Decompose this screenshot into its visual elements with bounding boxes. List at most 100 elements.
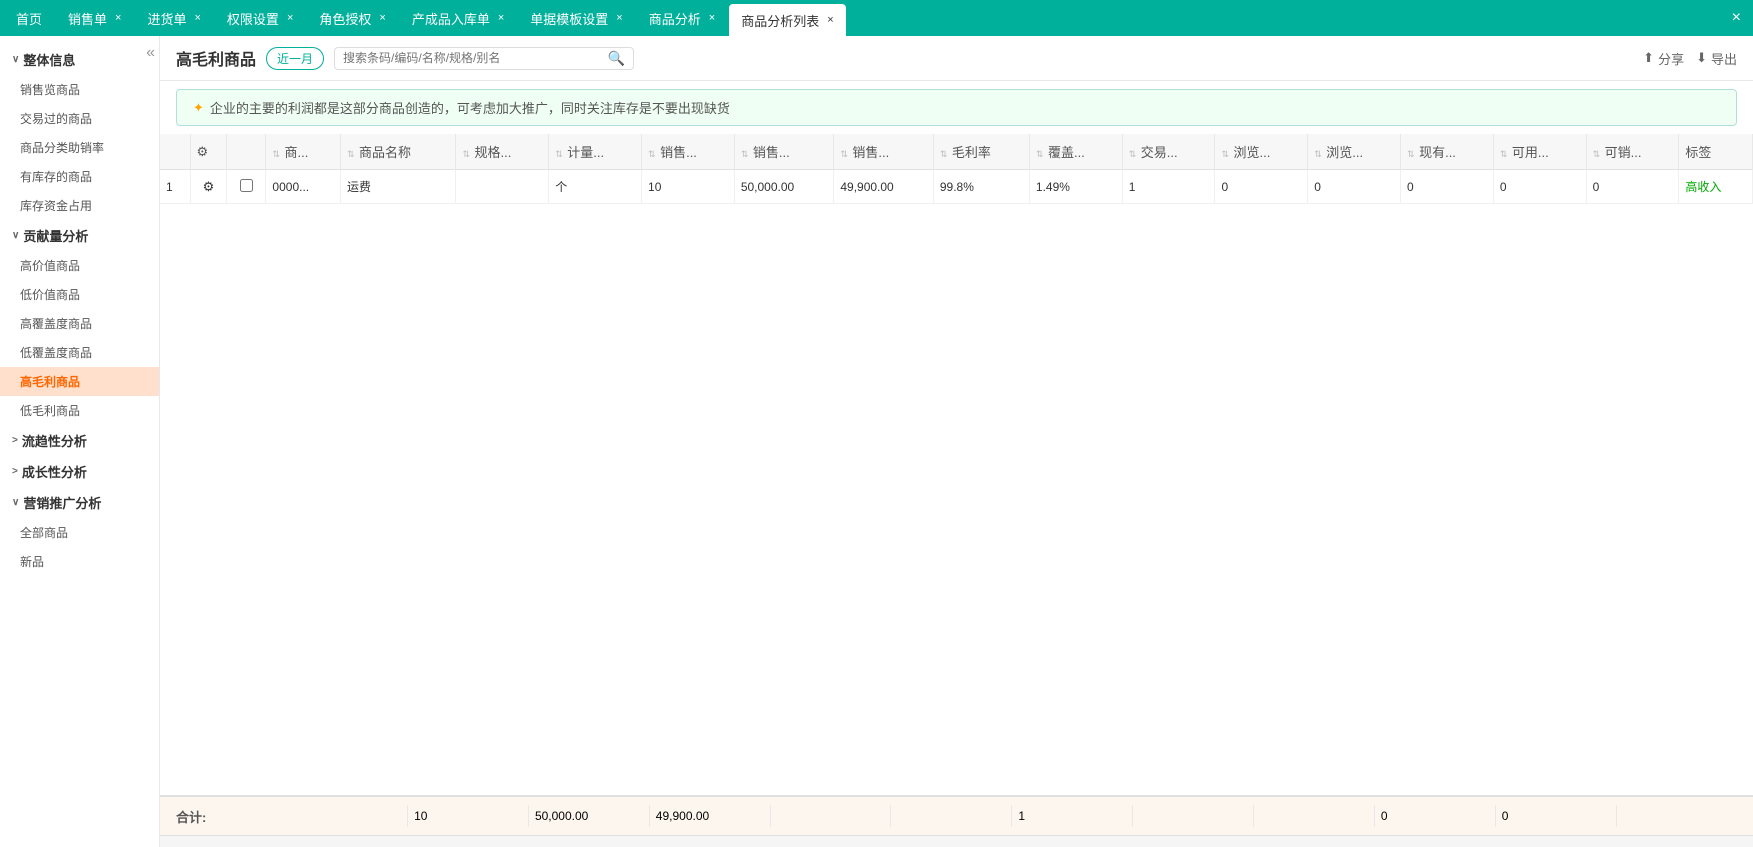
sidebar-collapse-button[interactable]: « bbox=[146, 44, 155, 62]
sidebar-item-低覆盖度商品[interactable]: 低覆盖度商品 bbox=[0, 338, 159, 367]
main-layout: « ∨整体信息销售览商品交易过的商品商品分类助销率有库存的商品库存资金占用∨贡献… bbox=[0, 36, 1753, 847]
cell-checkbox[interactable] bbox=[227, 170, 266, 204]
th-index bbox=[160, 134, 190, 170]
table-container[interactable]: ⚙⇅ 商...⇅ 商品名称⇅ 规格...⇅ 计量...⇅ 销售...⇅ 销售..… bbox=[160, 134, 1753, 795]
th-available_stock[interactable]: ⇅ 可用... bbox=[1493, 134, 1586, 170]
tab-close-权限设置[interactable]: × bbox=[287, 12, 293, 24]
nav-tab-角色授权[interactable]: 角色授权× bbox=[307, 4, 397, 32]
horizontal-scrollbar[interactable] bbox=[160, 835, 1753, 847]
tab-close-商品分析列表[interactable]: × bbox=[827, 14, 833, 26]
tab-close-单据模板设置[interactable]: × bbox=[616, 12, 622, 24]
sidebar-item-全部商品[interactable]: 全部商品 bbox=[0, 518, 159, 547]
th-browse1[interactable]: ⇅ 浏览... bbox=[1215, 134, 1308, 170]
th-browse2[interactable]: ⇅ 浏览... bbox=[1308, 134, 1401, 170]
sidebar-item-交易过的商品[interactable]: 交易过的商品 bbox=[0, 104, 159, 133]
sort-icon: ⇅ bbox=[648, 149, 658, 159]
chevron-icon: ∨ bbox=[12, 230, 19, 241]
share-label: 分享 bbox=[1658, 49, 1684, 68]
table-header: ⚙⇅ 商...⇅ 商品名称⇅ 规格...⇅ 计量...⇅ 销售...⇅ 销售..… bbox=[160, 134, 1753, 170]
tab-close-进货单[interactable]: × bbox=[194, 12, 200, 24]
th-label: 毛利率 bbox=[952, 145, 991, 160]
nav-tab-首页[interactable]: 首页 bbox=[4, 4, 54, 32]
th-gross_margin[interactable]: ⇅ 毛利率 bbox=[933, 134, 1029, 170]
sidebar-item-低毛利商品[interactable]: 低毛利商品 bbox=[0, 396, 159, 425]
th-sales_count[interactable]: ⇅ 销售... bbox=[642, 134, 735, 170]
sidebar-item-高价值商品[interactable]: 高价值商品 bbox=[0, 251, 159, 280]
settings-icon[interactable]: ⚙ bbox=[203, 179, 215, 194]
sort-icon: ⇅ bbox=[1221, 149, 1231, 159]
sidebar-item-高毛利商品[interactable]: 高毛利商品 bbox=[0, 367, 159, 396]
cell-gross_margin: 99.8% bbox=[933, 170, 1029, 204]
th-label: 浏览... bbox=[1234, 145, 1271, 160]
header-actions: ⬆ 分享 ⬇ 导出 bbox=[1643, 49, 1737, 68]
sidebar-group-流趋性分析[interactable]: >流趋性分析 bbox=[0, 425, 159, 456]
page-title: 高毛利商品 bbox=[176, 46, 256, 70]
row-checkbox[interactable] bbox=[240, 179, 253, 192]
chevron-icon: > bbox=[12, 435, 18, 446]
nav-tab-商品分析[interactable]: 商品分析× bbox=[637, 4, 727, 32]
th-label: ⚙ bbox=[197, 144, 209, 159]
sidebar-item-新品[interactable]: 新品 bbox=[0, 547, 159, 576]
th-code[interactable]: ⇅ 商... bbox=[266, 134, 341, 170]
footer-cell-available_stock: 0 bbox=[1495, 805, 1616, 827]
sidebar-item-库存资金占用[interactable]: 库存资金占用 bbox=[0, 191, 159, 220]
sidebar: « ∨整体信息销售览商品交易过的商品商品分类助销率有库存的商品库存资金占用∨贡献… bbox=[0, 36, 160, 847]
data-table: ⚙⇅ 商...⇅ 商品名称⇅ 规格...⇅ 计量...⇅ 销售...⇅ 销售..… bbox=[160, 134, 1753, 204]
tab-close-商品分析[interactable]: × bbox=[709, 12, 715, 24]
tab-close-产成品入库单[interactable]: × bbox=[498, 12, 504, 24]
th-label: 销售... bbox=[852, 145, 889, 160]
sidebar-group-整体信息[interactable]: ∨整体信息 bbox=[0, 44, 159, 75]
sidebar-group-贡献量分析[interactable]: ∨贡献量分析 bbox=[0, 220, 159, 251]
th-current_stock[interactable]: ⇅ 现有... bbox=[1401, 134, 1494, 170]
sidebar-item-销售览商品[interactable]: 销售览商品 bbox=[0, 75, 159, 104]
search-box: 🔍 bbox=[334, 47, 634, 70]
th-saleable[interactable]: ⇅ 可销... bbox=[1586, 134, 1679, 170]
export-button[interactable]: ⬇ 导出 bbox=[1696, 49, 1737, 68]
sidebar-item-低价值商品[interactable]: 低价值商品 bbox=[0, 280, 159, 309]
sidebar-item-高覆盖度商品[interactable]: 高覆盖度商品 bbox=[0, 309, 159, 338]
footer-summary: 合计: 1050,000.0049,900.00100 bbox=[160, 795, 1753, 835]
sort-icon: ⇅ bbox=[1593, 149, 1603, 159]
th-sales_profit[interactable]: ⇅ 销售... bbox=[834, 134, 934, 170]
share-button[interactable]: ⬆ 分享 bbox=[1643, 49, 1684, 68]
search-input[interactable] bbox=[343, 51, 608, 65]
th-sales_amount[interactable]: ⇅ 销售... bbox=[734, 134, 834, 170]
sort-icon: ⇅ bbox=[1036, 149, 1046, 159]
nav-tab-单据模板设置[interactable]: 单据模板设置× bbox=[518, 4, 634, 32]
sidebar-group-营销推广分析[interactable]: ∨营销推广分析 bbox=[0, 487, 159, 518]
nav-tab-销售单[interactable]: 销售单× bbox=[56, 4, 133, 32]
tab-close-角色授权[interactable]: × bbox=[379, 12, 385, 24]
tab-close-销售单[interactable]: × bbox=[115, 12, 121, 24]
top-nav: 首页销售单×进货单×权限设置×角色授权×产成品入库单×单据模板设置×商品分析×商… bbox=[0, 0, 1753, 36]
th-label: 商... bbox=[284, 145, 308, 160]
sidebar-group-成长性分析[interactable]: > 成长性分析 bbox=[0, 456, 159, 487]
info-text: 企业的主要的利润都是这部分商品创造的，可考虑加大推广，同时关注库存是不要出现缺货 bbox=[210, 98, 730, 117]
th-label: 规格... bbox=[475, 145, 512, 160]
sidebar-group-label: 成长性分析 bbox=[22, 462, 87, 481]
th-coverage[interactable]: ⇅ 覆盖... bbox=[1029, 134, 1122, 170]
th-name[interactable]: ⇅ 商品名称 bbox=[340, 134, 456, 170]
nav-tab-权限设置[interactable]: 权限设置× bbox=[215, 4, 305, 32]
sort-icon: ⇅ bbox=[840, 149, 850, 159]
share-icon: ⬆ bbox=[1643, 50, 1654, 66]
cell-transaction: 1 bbox=[1122, 170, 1215, 204]
sidebar-item-商品分类助销率[interactable]: 商品分类助销率 bbox=[0, 133, 159, 162]
th-spec[interactable]: ⇅ 规格... bbox=[456, 134, 549, 170]
th-label: 可销... bbox=[1605, 145, 1642, 160]
search-icon[interactable]: 🔍 bbox=[608, 50, 625, 67]
nav-tab-进货单[interactable]: 进货单× bbox=[135, 4, 212, 32]
footer-cell-sales_count: 10 bbox=[408, 805, 529, 827]
nav-tab-产成品入库单[interactable]: 产成品入库单× bbox=[400, 4, 516, 32]
cell-spec bbox=[456, 170, 549, 204]
close-all-button[interactable]: × bbox=[1724, 9, 1749, 27]
th-transaction[interactable]: ⇅ 交易... bbox=[1122, 134, 1215, 170]
th-label: 浏览... bbox=[1326, 145, 1363, 160]
nav-tab-商品分析列表[interactable]: 商品分析列表× bbox=[729, 4, 845, 36]
th-unit[interactable]: ⇅ 计量... bbox=[549, 134, 642, 170]
chevron-icon: > bbox=[12, 466, 18, 477]
sidebar-item-有库存的商品[interactable]: 有库存的商品 bbox=[0, 162, 159, 191]
date-filter-button[interactable]: 近一月 bbox=[266, 47, 324, 70]
footer-cell-browse1 bbox=[1133, 805, 1254, 827]
th-label: 销售... bbox=[660, 145, 697, 160]
cell-sales_count: 10 bbox=[642, 170, 735, 204]
